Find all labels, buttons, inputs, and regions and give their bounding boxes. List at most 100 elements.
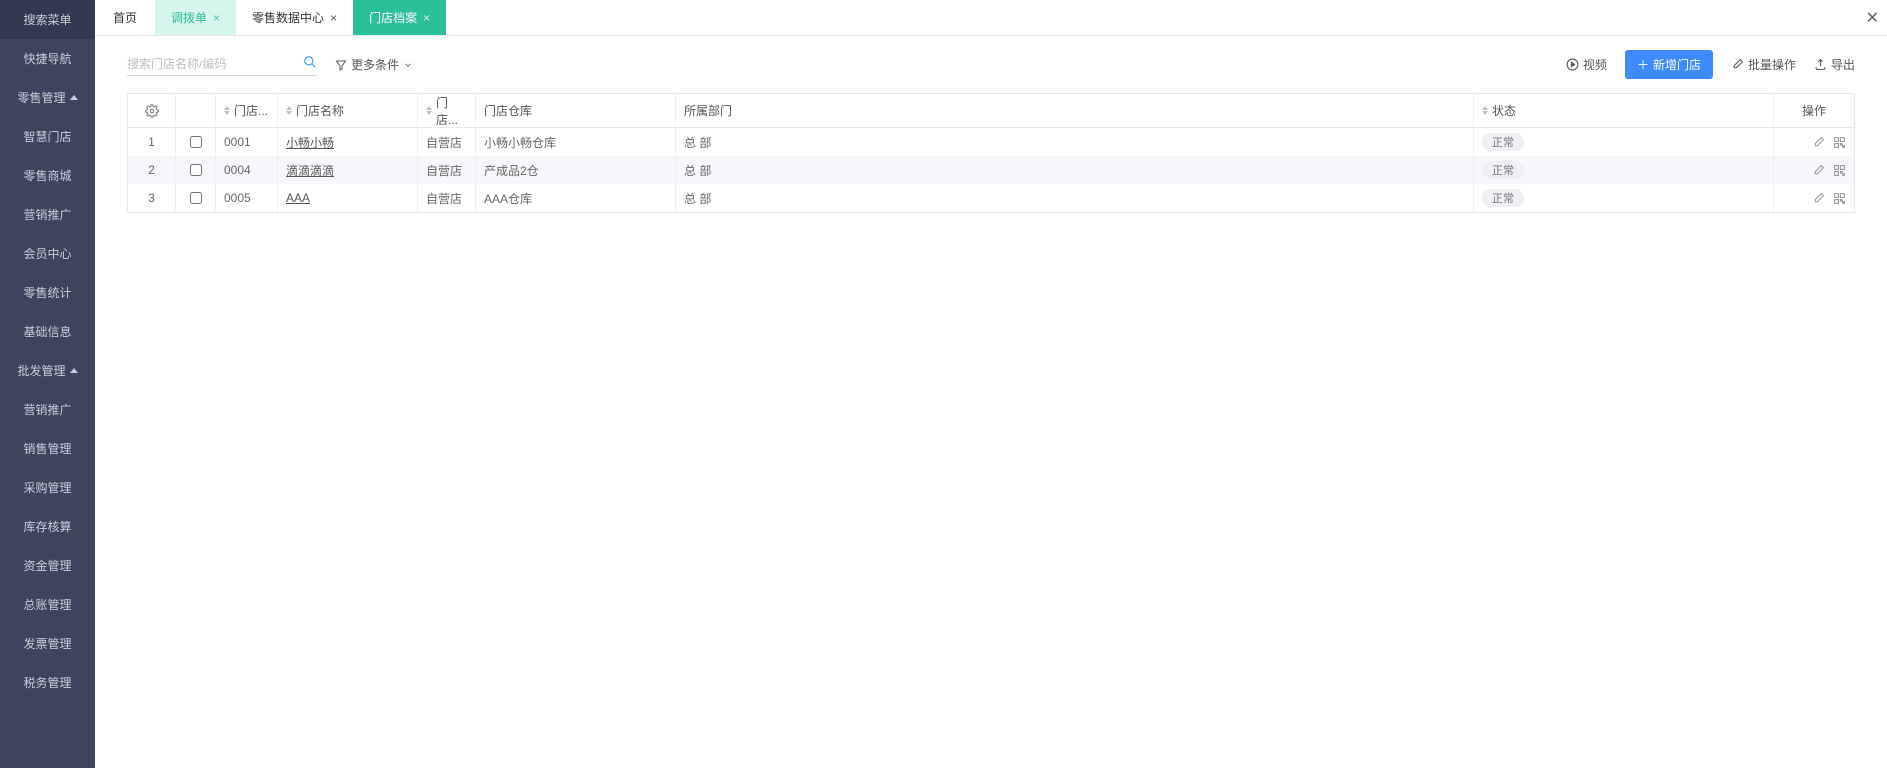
actions-column: 操作 xyxy=(1774,94,1854,127)
sidebar-item-label: 智慧门店 xyxy=(23,130,71,144)
filter-icon xyxy=(335,59,347,71)
sidebar-item-member-center[interactable]: 会员中心 xyxy=(0,234,95,273)
store-link[interactable]: 小畅小畅 xyxy=(286,134,334,151)
sidebar-item-label: 资金管理 xyxy=(23,559,71,573)
settings-column[interactable] xyxy=(128,94,176,127)
status-badge: 正常 xyxy=(1482,189,1524,207)
row-checkbox[interactable] xyxy=(190,192,202,204)
sidebar-item-basic-info[interactable]: 基础信息 xyxy=(0,312,95,351)
sidebar-item-marketing2[interactable]: 营销推广 xyxy=(0,390,95,429)
sidebar-item-label: 零售统计 xyxy=(23,286,71,300)
sidebar-item-invoice-mgmt[interactable]: 发票管理 xyxy=(0,624,95,663)
sort-icon xyxy=(426,106,432,115)
sidebar-item-search-menu[interactable]: 搜索菜单 xyxy=(0,0,95,39)
dept-column: 所属部门 xyxy=(676,94,1474,127)
table-header: 门店... 门店名称 门店... 门店仓库 所属部门 状态 操作 xyxy=(128,94,1854,128)
video-button[interactable]: 视频 xyxy=(1566,56,1607,73)
sidebar-item-quick-nav[interactable]: 快捷导航 xyxy=(0,39,95,78)
row-code: 0004 xyxy=(216,156,278,184)
close-icon[interactable]: × xyxy=(213,11,220,25)
sidebar: 搜索菜单 快捷导航 零售管理 智慧门店 零售商城 营销推广 会员中心 零售统计 … xyxy=(0,0,95,768)
sidebar-item-fund-mgmt[interactable]: 资金管理 xyxy=(0,546,95,585)
tab-transfer-order[interactable]: 调拨单 × xyxy=(155,0,236,35)
play-circle-icon xyxy=(1566,58,1579,71)
sidebar-item-marketing[interactable]: 营销推广 xyxy=(0,195,95,234)
sidebar-item-label: 税务管理 xyxy=(23,676,71,690)
row-name: 小畅小畅 xyxy=(278,128,418,156)
sidebar-item-inventory[interactable]: 库存核算 xyxy=(0,507,95,546)
row-type: 自营店 xyxy=(418,184,476,212)
store-link[interactable]: AAA xyxy=(286,191,310,205)
code-column[interactable]: 门店... xyxy=(216,94,278,127)
filter-label: 更多条件 xyxy=(351,56,399,73)
row-dept: 总 部 xyxy=(676,184,1474,212)
row-status: 正常 xyxy=(1474,128,1774,156)
row-checkbox[interactable] xyxy=(190,164,202,176)
video-label: 视频 xyxy=(1583,56,1607,73)
status-column[interactable]: 状态 xyxy=(1474,94,1774,127)
sidebar-item-label: 基础信息 xyxy=(23,325,71,339)
qr-icon[interactable] xyxy=(1833,192,1846,205)
row-checkbox[interactable] xyxy=(190,136,202,148)
table-row: 10001小畅小畅自营店小畅小畅仓库总 部正常 xyxy=(128,128,1854,156)
sidebar-item-ledger-mgmt[interactable]: 总账管理 xyxy=(0,585,95,624)
sidebar-item-label: 会员中心 xyxy=(23,247,71,261)
tab-label: 零售数据中心 xyxy=(252,9,324,26)
sort-icon xyxy=(1482,106,1488,115)
export-label: 导出 xyxy=(1831,56,1855,73)
export-icon xyxy=(1814,58,1827,71)
header-label: 门店名称 xyxy=(296,102,344,119)
sidebar-item-tax-mgmt[interactable]: 税务管理 xyxy=(0,663,95,702)
sidebar-item-label: 营销推广 xyxy=(23,208,71,222)
tab-store-archive[interactable]: 门店档案× xyxy=(353,0,446,35)
add-label: 新增门店 xyxy=(1653,56,1701,73)
qr-icon[interactable] xyxy=(1833,164,1846,177)
row-warehouse: 小畅小畅仓库 xyxy=(476,128,676,156)
tab-label: 首页 xyxy=(113,9,137,26)
export-button[interactable]: 导出 xyxy=(1814,56,1855,73)
header-label: 状态 xyxy=(1492,102,1516,119)
sidebar-item-purchase-mgmt[interactable]: 采购管理 xyxy=(0,468,95,507)
close-icon[interactable]: × xyxy=(423,11,430,25)
sidebar-item-retail-stats[interactable]: 零售统计 xyxy=(0,273,95,312)
row-dept: 总 部 xyxy=(676,128,1474,156)
store-link[interactable]: 滴滴滴滴 xyxy=(286,162,334,179)
tab-label: 调拨单 xyxy=(171,9,207,26)
sidebar-item-label: 采购管理 xyxy=(23,481,71,495)
sort-icon xyxy=(286,106,292,115)
name-column[interactable]: 门店名称 xyxy=(278,94,418,127)
edit-icon[interactable] xyxy=(1812,136,1825,149)
sidebar-item-smart-store[interactable]: 智慧门店 xyxy=(0,117,95,156)
search-icon[interactable] xyxy=(303,55,317,69)
status-badge: 正常 xyxy=(1482,161,1524,179)
tab-home[interactable]: 首页 xyxy=(95,0,155,35)
sidebar-item-wholesale-mgmt[interactable]: 批发管理 xyxy=(0,351,95,390)
sidebar-item-label: 库存核算 xyxy=(23,520,71,534)
row-code: 0005 xyxy=(216,184,278,212)
close-icon[interactable]: ✕ xyxy=(1866,8,1879,28)
tab-retail-data[interactable]: 零售数据中心 × xyxy=(236,0,353,35)
batch-button[interactable]: 批量操作 xyxy=(1731,56,1796,73)
sidebar-item-label: 快捷导航 xyxy=(23,52,71,66)
edit-icon[interactable] xyxy=(1812,192,1825,205)
sidebar-item-label: 零售商城 xyxy=(23,169,71,183)
type-column[interactable]: 门店... xyxy=(418,94,476,127)
filter-button[interactable]: 更多条件 xyxy=(335,56,413,73)
add-store-button[interactable]: ＋ 新增门店 xyxy=(1625,50,1713,79)
search-wrap xyxy=(127,53,317,76)
row-checkbox-cell xyxy=(176,184,216,212)
main: ✕ 首页 调拨单 × 零售数据中心 × 门店档案× 更多条件 xyxy=(95,0,1887,768)
sidebar-item-label: 发票管理 xyxy=(23,637,71,651)
row-dept: 总 部 xyxy=(676,156,1474,184)
close-icon[interactable]: × xyxy=(330,11,337,25)
header-label: 操作 xyxy=(1802,102,1826,119)
sidebar-item-retail-mall[interactable]: 零售商城 xyxy=(0,156,95,195)
row-warehouse: AAA仓库 xyxy=(476,184,676,212)
edit-icon[interactable] xyxy=(1812,164,1825,177)
search-input[interactable] xyxy=(127,53,317,76)
qr-icon[interactable] xyxy=(1833,136,1846,149)
sidebar-item-sales-mgmt[interactable]: 销售管理 xyxy=(0,429,95,468)
gear-icon xyxy=(145,104,159,118)
row-index: 2 xyxy=(128,156,176,184)
sidebar-item-retail-mgmt[interactable]: 零售管理 xyxy=(0,78,95,117)
